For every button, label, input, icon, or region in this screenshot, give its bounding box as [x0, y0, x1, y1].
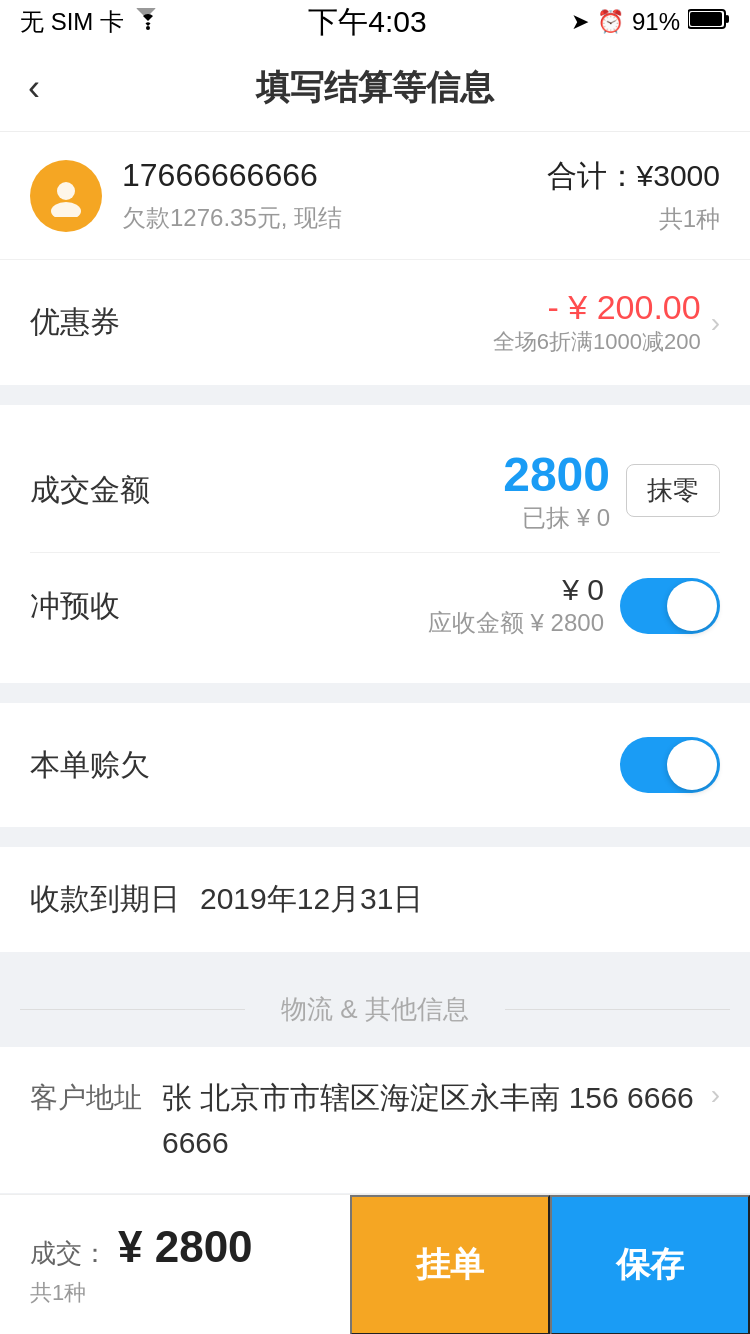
logistics-header: 物流 & 其他信息 [0, 972, 750, 1047]
customer-info: 17666666666 欠款1276.35元, 现结 [122, 157, 342, 234]
status-bar: 无 SIM 卡 下午4:03 ➤ ⏰ 91% [0, 0, 750, 44]
customer-sub: 欠款1276.35元, 现结 [122, 202, 342, 234]
bottom-summary-label: 成交： [30, 1236, 108, 1271]
debt-toggle-knob [667, 740, 717, 790]
total-count: 共1种 [547, 203, 720, 235]
save-button[interactable]: 保存 [550, 1195, 750, 1335]
logistics-line-right [505, 1009, 730, 1010]
svg-rect-3 [690, 12, 722, 26]
bottom-summary-amount: ¥ 2800 [118, 1222, 253, 1272]
debt-label: 本单赊欠 [30, 745, 150, 786]
status-left: 无 SIM 卡 [20, 6, 164, 38]
toggle-knob [667, 581, 717, 631]
coupon-label: 优惠券 [30, 302, 120, 343]
precharge-toggle[interactable] [620, 578, 720, 634]
debt-row: 本单赊欠 [30, 727, 720, 803]
transaction-right: 2800 已抹 ¥ 0 抹零 [503, 447, 720, 534]
coupon-chevron-icon: › [711, 307, 720, 339]
section-divider-3 [0, 827, 750, 847]
bottom-summary-top: 成交： ¥ 2800 [30, 1222, 320, 1272]
address-chevron-icon: › [711, 1079, 720, 1111]
wifi-icon [132, 8, 164, 36]
avatar [30, 160, 102, 232]
round-button[interactable]: 抹零 [626, 464, 720, 517]
transaction-section: 成交金额 2800 已抹 ¥ 0 抹零 冲预收 ¥ 0 应收金额 ¥ 2800 [0, 405, 750, 683]
page-title: 填写结算等信息 [256, 65, 494, 111]
coupon-right: - ¥ 200.00 全场6折满1000减200 › [493, 288, 720, 357]
back-button[interactable]: ‹ [28, 67, 40, 109]
hang-button[interactable]: 挂单 [350, 1195, 550, 1335]
svg-point-4 [57, 182, 75, 200]
address-label: 客户地址 [30, 1079, 142, 1117]
due-date-label: 收款到期日 [30, 879, 180, 920]
svg-point-5 [51, 202, 81, 217]
precharge-main: ¥ 0 [428, 573, 604, 607]
battery-text: 91% [632, 8, 680, 36]
address-section[interactable]: 客户地址 张 北京市市辖区海淀区永丰南 156 6666 6666 › [0, 1047, 750, 1193]
customer-right: 合计：¥3000 共1种 [547, 156, 720, 235]
logistics-line-left [20, 1009, 245, 1010]
section-divider-4 [0, 952, 750, 972]
customer-card: 17666666666 欠款1276.35元, 现结 合计：¥3000 共1种 [0, 132, 750, 259]
logistics-title: 物流 & 其他信息 [281, 992, 469, 1027]
total-amount: 合计：¥3000 [547, 156, 720, 197]
section-divider-1 [0, 385, 750, 405]
precharge-sub: 应收金额 ¥ 2800 [428, 607, 604, 639]
debt-section: 本单赊欠 [0, 703, 750, 827]
transaction-row: 成交金额 2800 已抹 ¥ 0 抹零 [30, 429, 720, 552]
battery-icon [688, 8, 730, 36]
due-date-section: 收款到期日 2019年12月31日 [0, 847, 750, 952]
due-date-row: 收款到期日 2019年12月31日 [30, 879, 720, 920]
nav-bar: ‹ 填写结算等信息 [0, 44, 750, 132]
svg-point-0 [146, 26, 150, 30]
precharge-right: ¥ 0 应收金额 ¥ 2800 [428, 573, 720, 639]
status-right: ➤ ⏰ 91% [571, 8, 730, 36]
precharge-row: 冲预收 ¥ 0 应收金额 ¥ 2800 [30, 552, 720, 659]
time-text: 下午4:03 [308, 2, 426, 43]
transaction-amount: 2800 [503, 447, 610, 502]
alarm-icon: ⏰ [597, 9, 624, 35]
bottom-summary-sub: 共1种 [30, 1278, 320, 1308]
customer-phone: 17666666666 [122, 157, 342, 194]
coupon-row[interactable]: 优惠券 - ¥ 200.00 全场6折满1000减200 › [0, 259, 750, 385]
svg-rect-2 [725, 15, 729, 23]
customer-left: 17666666666 欠款1276.35元, 现结 [30, 157, 342, 234]
due-date-value: 2019年12月31日 [200, 879, 423, 920]
carrier-text: 无 SIM 卡 [20, 6, 124, 38]
section-divider-2 [0, 683, 750, 703]
precharge-label: 冲预收 [30, 586, 120, 627]
transaction-sub: 已抹 ¥ 0 [503, 502, 610, 534]
bottom-bar: 成交： ¥ 2800 共1种 挂单 保存 [0, 1194, 750, 1334]
debt-toggle[interactable] [620, 737, 720, 793]
coupon-discount: - ¥ 200.00 [493, 288, 701, 327]
transaction-label: 成交金额 [30, 470, 150, 511]
address-value: 张 北京市市辖区海淀区永丰南 156 6666 6666 [162, 1075, 711, 1165]
coupon-sub: 全场6折满1000减200 [493, 327, 701, 357]
bottom-summary: 成交： ¥ 2800 共1种 [0, 1222, 350, 1308]
precharge-amounts: ¥ 0 应收金额 ¥ 2800 [428, 573, 604, 639]
location-icon: ➤ [571, 9, 589, 35]
